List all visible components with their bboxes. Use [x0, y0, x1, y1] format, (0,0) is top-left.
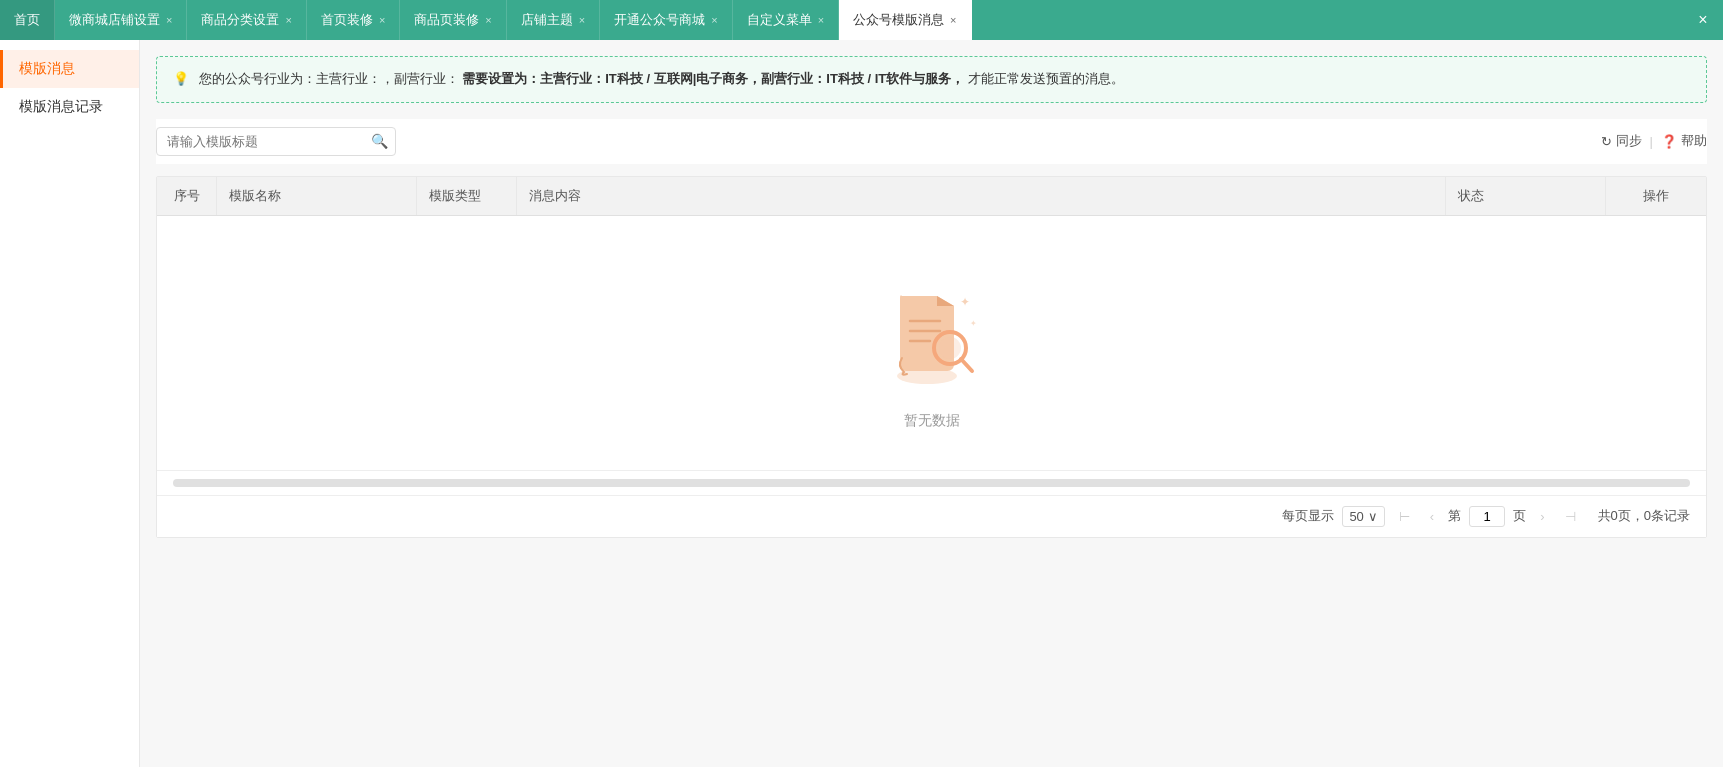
page-size-select[interactable]: 50 ∨ — [1342, 506, 1384, 527]
page-prev-button[interactable]: ‹ — [1424, 507, 1440, 526]
search-icon[interactable]: 🔍 — [371, 133, 388, 149]
svg-text:✦: ✦ — [970, 319, 977, 328]
search-bar: 🔍 ↻ 同步 | ❓ 帮助 — [156, 119, 1707, 164]
col-header-type: 模版类型 — [417, 177, 517, 215]
svg-line-6 — [961, 359, 972, 371]
notice-highlight: 需要设置为：主营行业：IT科技 / 互联网|电子商务，副营行业：IT科技 / I… — [462, 71, 964, 86]
tab-shop-theme-close[interactable]: × — [579, 14, 585, 26]
tab-custom-menu[interactable]: 自定义菜单 × — [733, 0, 839, 40]
empty-state: ✦ ✦ 暂无数据 — [157, 216, 1706, 470]
tab-category-setting-close[interactable]: × — [285, 14, 291, 26]
col-header-name: 模版名称 — [217, 177, 417, 215]
data-table: 序号 模版名称 模版类型 消息内容 状态 操作 — [156, 176, 1707, 538]
notice-suffix: 才能正常发送预置的消息。 — [968, 71, 1124, 86]
svg-point-5 — [939, 337, 961, 359]
horizontal-scrollbar[interactable] — [173, 479, 1690, 487]
main-layout: 模版消息 模版消息记录 💡 您的公众号行业为：主营行业：，副营行业： 需要设置为… — [0, 40, 1723, 767]
tab-open-mall[interactable]: 开通公众号商城 × — [600, 0, 732, 40]
tab-home-decor-close[interactable]: × — [379, 14, 385, 26]
page-size-value: 50 — [1349, 509, 1363, 524]
tab-category-setting-label: 商品分类设置 — [201, 11, 279, 29]
tab-home[interactable]: 首页 — [0, 0, 55, 40]
notice-prefix: 您的公众号行业为：主营行业：，副营行业： — [199, 71, 459, 86]
tab-product-decor-label: 商品页装修 — [414, 11, 479, 29]
page-size-label: 每页显示 — [1282, 507, 1334, 525]
page-word: 页 — [1513, 507, 1526, 525]
page-next-button[interactable]: › — [1534, 507, 1550, 526]
top-navigation: 首页 微商城店铺设置 × 商品分类设置 × 首页装修 × 商品页装修 × 店铺主… — [0, 0, 1723, 40]
tab-shop-setting[interactable]: 微商城店铺设置 × — [55, 0, 187, 40]
tab-shop-theme[interactable]: 店铺主题 × — [507, 0, 600, 40]
bulb-icon: 💡 — [173, 71, 189, 86]
tab-template-msg-label: 公众号模版消息 — [853, 11, 944, 29]
sidebar-item-template-msg-record-label: 模版消息记录 — [19, 98, 103, 114]
page-size-dropdown-icon: ∨ — [1368, 509, 1378, 524]
sidebar-item-template-msg-label: 模版消息 — [19, 60, 75, 76]
tab-custom-menu-label: 自定义菜单 — [747, 11, 812, 29]
notice-box: 💡 您的公众号行业为：主营行业：，副营行业： 需要设置为：主营行业：IT科技 /… — [156, 56, 1707, 103]
col-header-seq: 序号 — [157, 177, 217, 215]
help-button[interactable]: ❓ 帮助 — [1661, 132, 1707, 150]
help-icon: ❓ — [1661, 134, 1677, 149]
table-header: 序号 模版名称 模版类型 消息内容 状态 操作 — [157, 177, 1706, 216]
sidebar: 模版消息 模版消息记录 — [0, 40, 140, 767]
sync-icon: ↻ — [1601, 134, 1612, 149]
svg-text:✦: ✦ — [960, 295, 970, 309]
sync-label: 同步 — [1616, 132, 1642, 150]
page-number-input[interactable]: 1 — [1469, 506, 1505, 527]
page-last-button[interactable]: ⊣ — [1559, 507, 1582, 526]
tab-home-decor-label: 首页装修 — [321, 11, 373, 29]
sidebar-item-template-msg[interactable]: 模版消息 — [0, 50, 139, 88]
empty-text: 暂无数据 — [904, 412, 960, 430]
tab-shop-setting-label: 微商城店铺设置 — [69, 11, 160, 29]
tab-product-decor-close[interactable]: × — [485, 14, 491, 26]
tab-custom-menu-close[interactable]: × — [818, 14, 824, 26]
tab-home-decor[interactable]: 首页装修 × — [307, 0, 400, 40]
search-actions: ↻ 同步 | ❓ 帮助 — [1601, 132, 1707, 150]
scrollbar-area — [157, 470, 1706, 495]
tab-product-decor[interactable]: 商品页装修 × — [400, 0, 506, 40]
tab-open-mall-label: 开通公众号商城 — [614, 11, 705, 29]
page-total: 共0页，0条记录 — [1598, 507, 1690, 525]
sidebar-item-template-msg-record[interactable]: 模版消息记录 — [0, 88, 139, 126]
tab-home-label: 首页 — [14, 11, 40, 29]
actions-divider: | — [1650, 134, 1653, 149]
search-input-wrapper: 🔍 — [156, 127, 396, 156]
sync-button[interactable]: ↻ 同步 — [1601, 132, 1642, 150]
search-input[interactable] — [156, 127, 396, 156]
page-first-button[interactable]: ⊢ — [1393, 507, 1416, 526]
window-close-icon: × — [1698, 11, 1707, 29]
tab-shop-theme-label: 店铺主题 — [521, 11, 573, 29]
col-header-status: 状态 — [1446, 177, 1606, 215]
page-di-word: 第 — [1448, 507, 1461, 525]
content-area: 💡 您的公众号行业为：主营行业：，副营行业： 需要设置为：主营行业：IT科技 /… — [140, 40, 1723, 767]
col-header-content: 消息内容 — [517, 177, 1446, 215]
col-header-action: 操作 — [1606, 177, 1706, 215]
tab-shop-setting-close[interactable]: × — [166, 14, 172, 26]
empty-illustration: ✦ ✦ — [872, 276, 992, 396]
tab-open-mall-close[interactable]: × — [711, 14, 717, 26]
tab-template-msg[interactable]: 公众号模版消息 × — [839, 0, 971, 40]
tab-category-setting[interactable]: 商品分类设置 × — [187, 0, 306, 40]
window-close-button[interactable]: × — [1683, 0, 1723, 40]
help-label: 帮助 — [1681, 132, 1707, 150]
tab-template-msg-close[interactable]: × — [950, 14, 956, 26]
pagination: 每页显示 50 ∨ ⊢ ‹ 第 1 页 › ⊣ 共0页，0条记录 — [157, 495, 1706, 537]
